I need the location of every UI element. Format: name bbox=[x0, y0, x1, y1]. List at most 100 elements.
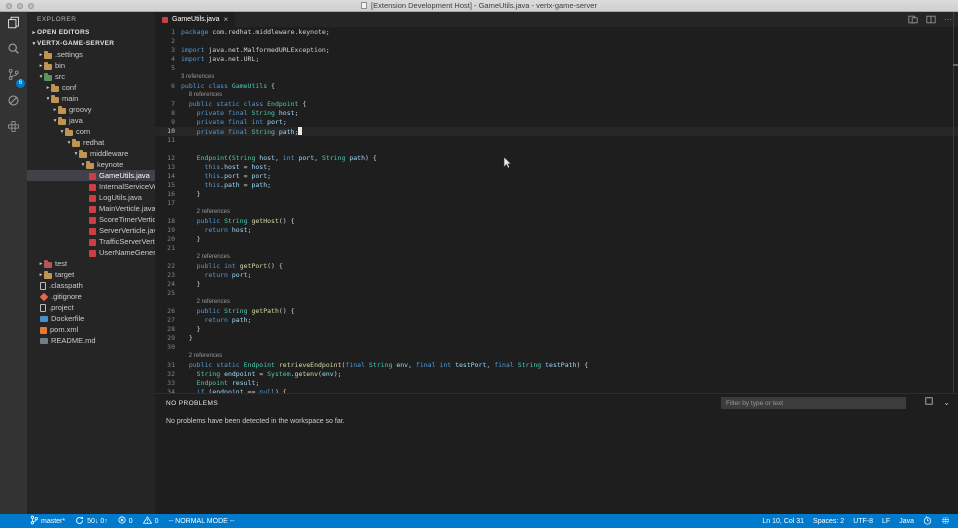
code-text[interactable]: package com.redhat.middleware.keynote; bbox=[181, 28, 958, 37]
line-number[interactable]: 31 bbox=[155, 361, 181, 370]
line-number[interactable]: 14 bbox=[155, 172, 181, 181]
close-tab-icon[interactable]: × bbox=[223, 15, 228, 24]
tree-item-middleware[interactable]: ▾ middleware bbox=[27, 148, 155, 159]
code-line[interactable]: 29 } bbox=[155, 334, 958, 343]
code-text[interactable]: } bbox=[181, 280, 958, 289]
line-number[interactable]: 18 bbox=[155, 217, 181, 226]
line-number[interactable]: 13 bbox=[155, 163, 181, 172]
status-0[interactable]: 0 bbox=[142, 516, 159, 526]
tree-item-serververticle-java[interactable]: ServerVerticle.java bbox=[27, 225, 155, 236]
status-clock[interactable] bbox=[923, 515, 932, 527]
code-line[interactable]: 27 return path; bbox=[155, 316, 958, 325]
code-line[interactable]: 33 Endpoint result; bbox=[155, 379, 958, 388]
tree-item-pom-xml[interactable]: pom.xml bbox=[27, 324, 155, 335]
code-line[interactable]: 11 bbox=[155, 136, 958, 145]
tree-item-com[interactable]: ▾ com bbox=[27, 126, 155, 137]
code-text[interactable]: this.host = host; bbox=[181, 163, 958, 172]
tree-item-bin[interactable]: ▸ bin bbox=[27, 60, 155, 71]
title-bar[interactable]: [Extension Development Host] - GameUtils… bbox=[0, 0, 958, 12]
code-text[interactable] bbox=[181, 64, 958, 73]
code-line[interactable]: 28 } bbox=[155, 325, 958, 334]
code-text[interactable]: Endpoint(String host, int port, String p… bbox=[181, 154, 958, 163]
line-number[interactable]: 2 bbox=[155, 37, 181, 46]
tree-item-test[interactable]: ▸ test bbox=[27, 258, 155, 269]
code-text[interactable]: private final String path; bbox=[181, 127, 958, 136]
problems-filter-input[interactable] bbox=[721, 397, 906, 409]
line-number[interactable]: 26 bbox=[155, 307, 181, 316]
code-text[interactable]: this.path = path; bbox=[181, 181, 958, 190]
tree-item-main[interactable]: ▾ main bbox=[27, 93, 155, 104]
codelens-row[interactable] bbox=[155, 145, 958, 154]
code-line[interactable]: 12 Endpoint(String host, int port, Strin… bbox=[155, 154, 958, 163]
line-number[interactable]: 11 bbox=[155, 136, 181, 145]
code-line[interactable]: 5 bbox=[155, 64, 958, 73]
status-50-0[interactable]: 50↓ 0↑ bbox=[75, 516, 108, 527]
status-ln-10-col-31[interactable]: Ln 10, Col 31 bbox=[762, 518, 804, 525]
codelens-row[interactable]: 2 references bbox=[155, 253, 958, 262]
code-line[interactable]: 22 public int getPort() { bbox=[155, 262, 958, 271]
search-activity-button[interactable] bbox=[0, 38, 27, 64]
code-text[interactable]: public String getHost() { bbox=[181, 217, 958, 226]
code-text[interactable]: public int getPort() { bbox=[181, 262, 958, 271]
filter-icon[interactable] bbox=[925, 397, 933, 407]
line-number[interactable]: 6 bbox=[155, 82, 181, 91]
code-line[interactable]: 30 bbox=[155, 343, 958, 352]
explorer-activity-button[interactable] bbox=[0, 12, 27, 38]
codelens-references[interactable]: 2 references bbox=[197, 253, 230, 262]
tree-item--classpath[interactable]: .classpath bbox=[27, 280, 155, 291]
tree-item-target[interactable]: ▸ target bbox=[27, 269, 155, 280]
code-line[interactable]: 8 private final String host; bbox=[155, 109, 958, 118]
line-number[interactable]: 30 bbox=[155, 343, 181, 352]
line-number[interactable]: 32 bbox=[155, 370, 181, 379]
code-line[interactable]: 9 private final int port; bbox=[155, 118, 958, 127]
line-number[interactable]: 5 bbox=[155, 64, 181, 73]
code-line[interactable]: 15 this.path = path; bbox=[155, 181, 958, 190]
more-actions-icon[interactable]: ··· bbox=[944, 15, 952, 24]
split-editor-icon[interactable] bbox=[908, 15, 918, 24]
line-number[interactable]: 16 bbox=[155, 190, 181, 199]
line-number[interactable]: 8 bbox=[155, 109, 181, 118]
source-control-activity-button[interactable]: 6 bbox=[0, 64, 27, 90]
code-text[interactable]: public class GameUtils { bbox=[181, 82, 958, 91]
line-number[interactable]: 7 bbox=[155, 100, 181, 109]
code-line[interactable]: 32 String endpoint = System.getenv(env); bbox=[155, 370, 958, 379]
code-line[interactable]: 19 return host; bbox=[155, 226, 958, 235]
toggle-editor-layout-icon[interactable] bbox=[926, 15, 936, 24]
code-text[interactable] bbox=[181, 37, 958, 46]
code-text[interactable] bbox=[181, 289, 958, 298]
tree-item-keynote[interactable]: ▾ keynote bbox=[27, 159, 155, 170]
code-line[interactable]: 23 return port; bbox=[155, 271, 958, 280]
code-line[interactable]: 1 package com.redhat.middleware.keynote; bbox=[155, 28, 958, 37]
code-line[interactable]: 7 public static class Endpoint { bbox=[155, 100, 958, 109]
tree-item-readme-md[interactable]: README.md bbox=[27, 335, 155, 346]
tree-item--project[interactable]: .project bbox=[27, 302, 155, 313]
code-text[interactable]: Endpoint result; bbox=[181, 379, 958, 388]
code-line[interactable]: 16 } bbox=[155, 190, 958, 199]
codelens-references[interactable]: 8 references bbox=[189, 91, 222, 100]
line-number[interactable]: 33 bbox=[155, 379, 181, 388]
debug-activity-button[interactable] bbox=[0, 90, 27, 116]
code-line[interactable]: 20 } bbox=[155, 235, 958, 244]
line-number[interactable]: 4 bbox=[155, 55, 181, 64]
code-text[interactable]: this.port = port; bbox=[181, 172, 958, 181]
line-number[interactable]: 21 bbox=[155, 244, 181, 253]
tree-item-redhat[interactable]: ▾ redhat bbox=[27, 137, 155, 148]
code-text[interactable]: private final String host; bbox=[181, 109, 958, 118]
code-line[interactable]: 4 import java.net.URL; bbox=[155, 55, 958, 64]
code-line[interactable]: 26 public String getPath() { bbox=[155, 307, 958, 316]
tree-item-conf[interactable]: ▸ conf bbox=[27, 82, 155, 93]
code-text[interactable]: return path; bbox=[181, 316, 958, 325]
line-number[interactable]: 27 bbox=[155, 316, 181, 325]
code-text[interactable]: public static class Endpoint { bbox=[181, 100, 958, 109]
line-number[interactable]: 23 bbox=[155, 271, 181, 280]
code-text[interactable]: private final int port; bbox=[181, 118, 958, 127]
line-number[interactable]: 3 bbox=[155, 46, 181, 55]
codelens-row[interactable]: 8 references bbox=[155, 91, 958, 100]
extensions-activity-button[interactable] bbox=[0, 116, 27, 142]
line-number[interactable]: 24 bbox=[155, 280, 181, 289]
code-text[interactable] bbox=[181, 343, 958, 352]
code-line[interactable]: 31 public static Endpoint retrieveEndpoi… bbox=[155, 361, 958, 370]
status-normal-mode[interactable]: -- NORMAL MODE -- bbox=[169, 518, 235, 525]
status-globe[interactable] bbox=[941, 516, 950, 527]
codelens-references[interactable]: 2 references bbox=[197, 208, 230, 217]
